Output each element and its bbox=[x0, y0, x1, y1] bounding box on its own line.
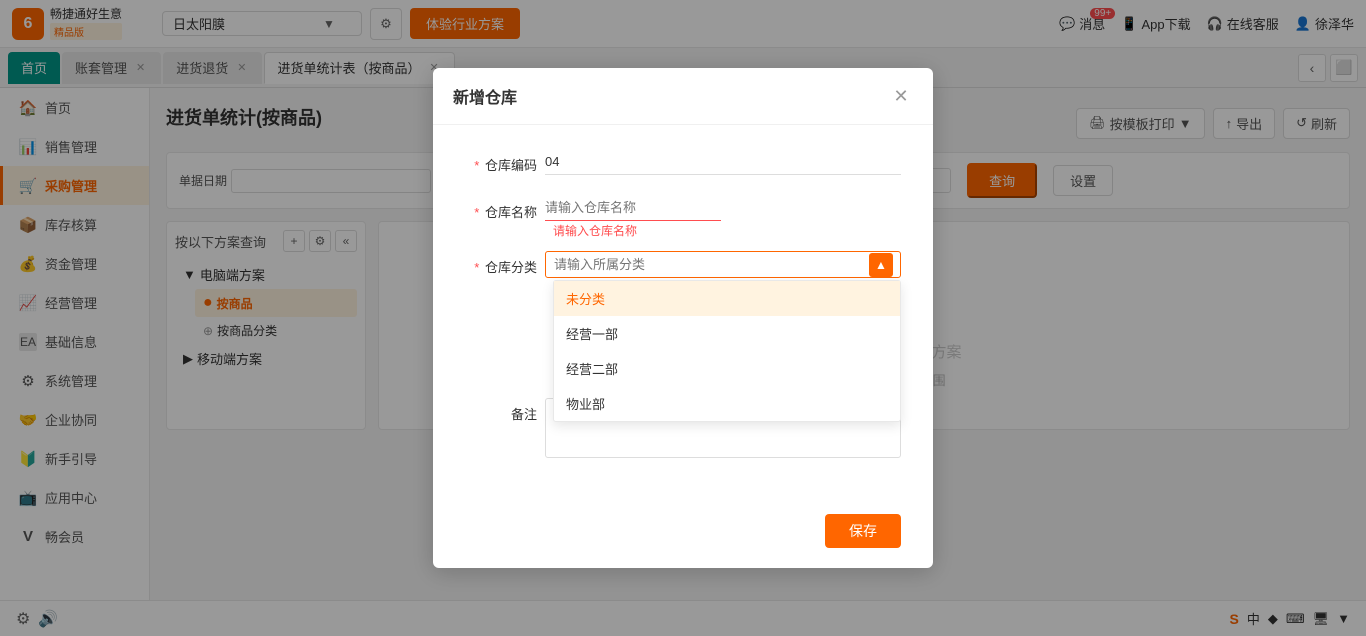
dialog-title: 新增仓库 bbox=[453, 84, 517, 108]
dropdown-item-unclassified[interactable]: 未分类 bbox=[554, 281, 900, 316]
dialog-footer: 保存 bbox=[433, 502, 933, 568]
name-input[interactable] bbox=[545, 195, 721, 221]
overlay: 新增仓库 ✕ * 仓库编码 * 仓库名称 bbox=[0, 0, 1366, 636]
category-input[interactable] bbox=[545, 251, 901, 278]
name-required-star: * bbox=[474, 205, 479, 220]
category-select-wrap: ▲ bbox=[545, 251, 901, 278]
remark-label: 备注 bbox=[465, 398, 545, 423]
name-error-msg: 请输入仓库名称 bbox=[553, 222, 637, 239]
code-input[interactable] bbox=[545, 149, 901, 175]
dialog-close-btn[interactable]: ✕ bbox=[889, 84, 913, 108]
dialog-header: 新增仓库 ✕ bbox=[433, 68, 933, 125]
code-required-star: * bbox=[474, 158, 479, 173]
code-field-row: * 仓库编码 bbox=[465, 149, 901, 175]
new-warehouse-dialog: 新增仓库 ✕ * 仓库编码 * 仓库名称 bbox=[433, 68, 933, 568]
dropdown-item-property[interactable]: 物业部 bbox=[554, 386, 900, 421]
category-dropdown-btn[interactable]: ▲ bbox=[869, 253, 893, 277]
category-dropdown-list: 未分类 经营一部 经营二部 物业部 bbox=[553, 280, 901, 422]
category-label: * 仓库分类 bbox=[465, 251, 545, 276]
category-field-row: * 仓库分类 ▲ 未分类 经营一部 经营二部 物业部 bbox=[465, 251, 901, 278]
dropdown-item-dept2[interactable]: 经营二部 bbox=[554, 351, 900, 386]
save-btn[interactable]: 保存 bbox=[825, 514, 901, 548]
dropdown-item-dept1[interactable]: 经营一部 bbox=[554, 316, 900, 351]
name-label: * 仓库名称 bbox=[465, 196, 545, 221]
dialog-body: * 仓库编码 * 仓库名称 请输入仓库名称 * bbox=[433, 125, 933, 502]
code-label: * 仓库编码 bbox=[465, 149, 545, 174]
name-field-row: * 仓库名称 请输入仓库名称 bbox=[465, 195, 901, 221]
category-required-star: * bbox=[474, 260, 479, 275]
